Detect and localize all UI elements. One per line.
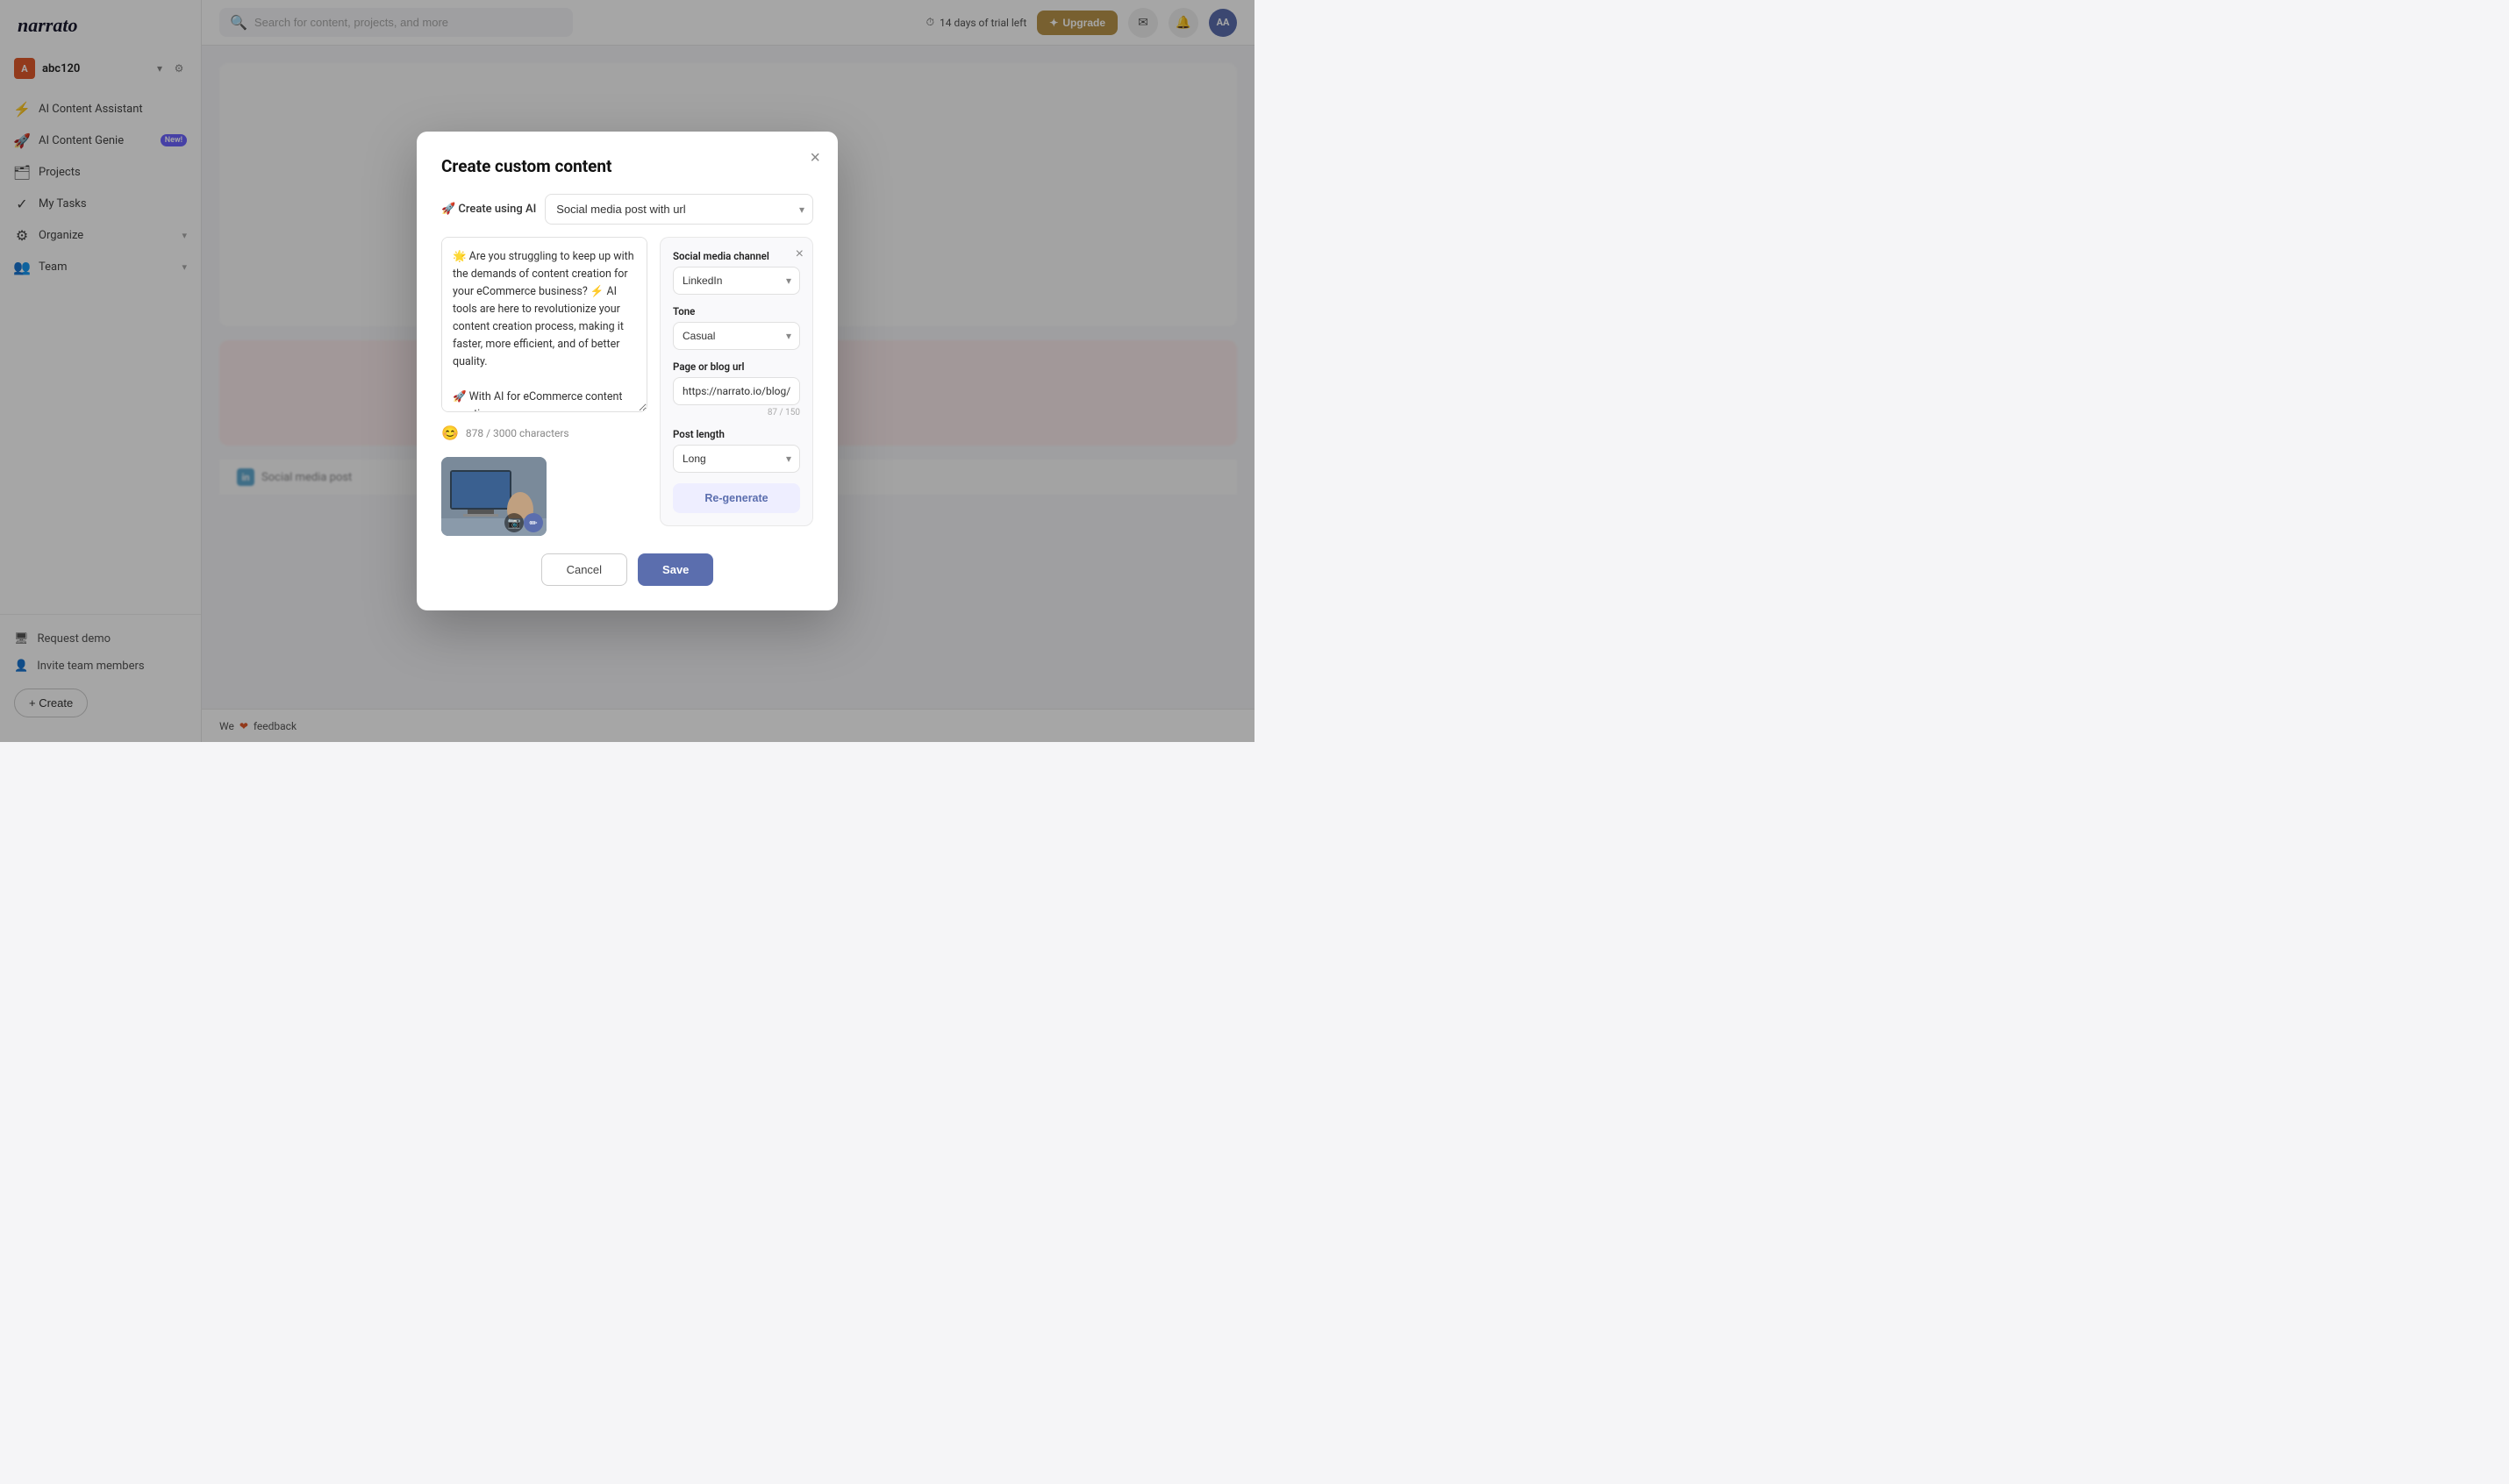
char-count-text: 878 / 3000 characters bbox=[466, 427, 569, 439]
settings-panel: × Social media channel LinkedIn Twitter … bbox=[660, 237, 813, 526]
template-select-wrapper: Social media post with url Blog post Ema… bbox=[545, 194, 813, 225]
post-length-select[interactable]: Short Medium Long bbox=[673, 445, 800, 473]
char-count-row: 😊 878 / 3000 characters bbox=[441, 421, 647, 445]
cancel-button[interactable]: Cancel bbox=[541, 553, 627, 586]
social-channel-label: Social media channel bbox=[673, 250, 800, 262]
content-right-panel: × Social media channel LinkedIn Twitter … bbox=[660, 237, 813, 536]
url-field: Page or blog url 87 / 150 bbox=[673, 360, 800, 417]
social-channel-select-wrapper: LinkedIn Twitter Facebook Instagram ▾ bbox=[673, 267, 800, 295]
content-textarea[interactable]: 🌟 Are you struggling to keep up with the… bbox=[441, 237, 647, 412]
edit-icon[interactable]: ✏ bbox=[524, 513, 543, 532]
post-length-field: Post length Short Medium Long ▾ bbox=[673, 428, 800, 473]
url-char-limit: 87 / 150 bbox=[673, 408, 800, 417]
post-length-select-wrapper: Short Medium Long ▾ bbox=[673, 445, 800, 473]
modal-title: Create custom content bbox=[441, 156, 813, 176]
template-select[interactable]: Social media post with url Blog post Ema… bbox=[545, 194, 813, 225]
post-length-label: Post length bbox=[673, 428, 800, 440]
modal-footer: Cancel Save bbox=[441, 553, 813, 586]
modal-overlay[interactable]: Create custom content × 🚀 Create using A… bbox=[0, 0, 1254, 742]
tone-field: Tone Casual Formal Friendly Professional… bbox=[673, 305, 800, 350]
tone-select[interactable]: Casual Formal Friendly Professional bbox=[673, 322, 800, 350]
social-channel-field: Social media channel LinkedIn Twitter Fa… bbox=[673, 250, 800, 295]
save-button[interactable]: Save bbox=[638, 553, 713, 586]
create-custom-content-modal: Create custom content × 🚀 Create using A… bbox=[417, 132, 838, 610]
modal-close-button[interactable]: × bbox=[810, 149, 820, 167]
camera-icon[interactable]: 📷 bbox=[504, 513, 524, 532]
regenerate-button[interactable]: Re-generate bbox=[673, 483, 800, 513]
image-preview: 📷 ✏ bbox=[441, 457, 547, 536]
social-channel-select[interactable]: LinkedIn Twitter Facebook Instagram bbox=[673, 267, 800, 295]
url-label: Page or blog url bbox=[673, 360, 800, 373]
content-section: 🌟 Are you struggling to keep up with the… bbox=[441, 237, 813, 536]
panel-close-button[interactable]: × bbox=[796, 246, 804, 262]
smiley-icon: 😊 bbox=[441, 425, 459, 441]
url-input[interactable] bbox=[673, 377, 800, 405]
ai-create-row: 🚀 Create using AI Social media post with… bbox=[441, 194, 813, 225]
ai-create-label: 🚀 Create using AI bbox=[441, 203, 536, 216]
content-left-panel: 🌟 Are you struggling to keep up with the… bbox=[441, 237, 647, 536]
tone-select-wrapper: Casual Formal Friendly Professional ▾ bbox=[673, 322, 800, 350]
tone-label: Tone bbox=[673, 305, 800, 317]
